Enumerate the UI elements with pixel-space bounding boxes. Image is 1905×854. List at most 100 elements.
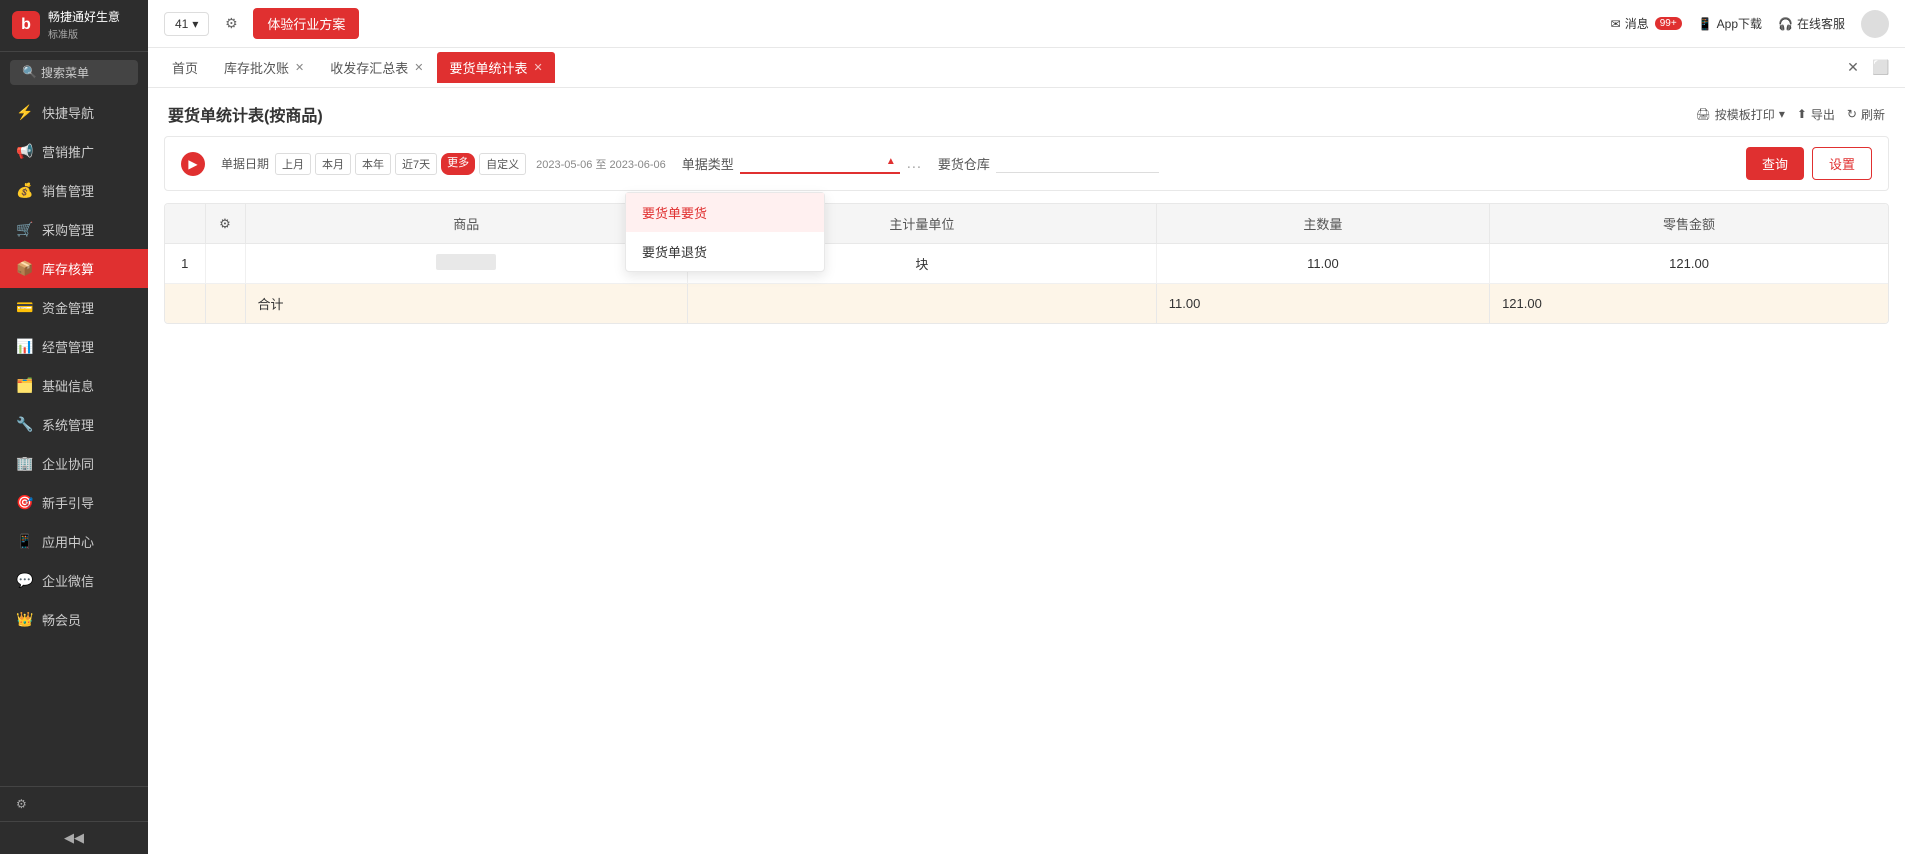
brand-sub: 标准版	[48, 26, 120, 41]
date-range-text: 2023-05-06 至 2023-06-06	[536, 156, 666, 172]
app-download-action[interactable]: 📱 App下载	[1698, 15, 1762, 32]
search-label: 搜索菜单	[41, 64, 89, 81]
this-year-btn[interactable]: 本年	[355, 153, 391, 175]
printer-icon: 🖨	[1696, 107, 1711, 121]
chevron-down-icon: ▾	[192, 17, 198, 31]
enterprise-icon: 🏢	[16, 454, 34, 472]
cell-index: 1	[165, 244, 205, 284]
sidebar-item-basic[interactable]: 🗂️ 基础信息	[0, 366, 148, 405]
type-more-btn[interactable]: …	[906, 155, 922, 173]
system-icon: 🔧	[16, 415, 34, 433]
collapse-icon: ◀◀	[64, 830, 84, 846]
footer-label: 合计	[245, 284, 688, 324]
filter-bar: ▶ 单据日期 上月 本月 本年 近7天 更多 自定义 2023-05-06 至 …	[164, 136, 1889, 191]
export-button[interactable]: ⬆ 导出	[1797, 106, 1835, 123]
sidebar-item-quick-nav[interactable]: ⚡ 快捷导航	[0, 93, 148, 132]
sidebar-item-inventory[interactable]: 📦 库存核算	[0, 249, 148, 288]
tab-order-summary-close[interactable]: ✕	[534, 61, 543, 74]
table-settings-icon[interactable]: ⚙	[219, 216, 231, 231]
sidebar-bottom[interactable]: ⚙	[0, 786, 148, 821]
header-gear-btn[interactable]: ⚙	[217, 10, 245, 38]
footer-quantity: 11.00	[1156, 284, 1489, 324]
sidebar-collapse-btn[interactable]: ◀◀	[0, 821, 148, 854]
sales-icon: 💰	[16, 181, 34, 199]
message-icon: ✉	[1611, 17, 1621, 31]
date-custom-btn[interactable]: 自定义	[479, 153, 526, 175]
filter-settings-button[interactable]: 设置	[1812, 147, 1872, 180]
tabs-bar: 首页 库存批次账 ✕ 收发存汇总表 ✕ 要货单统计表 ✕ ✕ ⬜	[148, 48, 1905, 88]
search-icon: 🔍	[22, 65, 37, 79]
footer-empty-2	[205, 284, 245, 324]
sidebar: b 畅捷通好生意 标准版 🔍 搜索菜单 ⚡ 快捷导航 📢 营销推广 💰 销售管理…	[0, 0, 148, 854]
tab-home[interactable]: 首页	[160, 52, 210, 83]
sidebar-item-marketing[interactable]: 📢 营销推广	[0, 132, 148, 171]
query-button[interactable]: 查询	[1746, 147, 1804, 180]
tab-receive-summary[interactable]: 收发存汇总表 ✕	[318, 52, 435, 83]
sidebar-item-enterprise[interactable]: 🏢 企业协同	[0, 444, 148, 483]
tab-order-summary[interactable]: 要货单统计表 ✕	[437, 52, 554, 83]
trial-industry-button[interactable]: 体验行业方案	[253, 8, 359, 39]
type-select[interactable]: ▲	[740, 154, 900, 174]
sidebar-item-sales[interactable]: 💰 销售管理	[0, 171, 148, 210]
online-service-label: 在线客服	[1797, 15, 1845, 32]
tab-maximize-btn[interactable]: ⬜	[1869, 56, 1893, 80]
sidebar-item-label: 采购管理	[42, 220, 94, 239]
headset-icon: 🎧	[1778, 17, 1793, 31]
sidebar-item-app-center[interactable]: 📱 应用中心	[0, 522, 148, 561]
date-filter-label: 单据日期	[221, 155, 269, 172]
warehouse-input[interactable]	[996, 154, 1159, 173]
dropdown-item-order-goods[interactable]: 要货单要货	[626, 193, 824, 232]
col-product-header: 商品	[245, 204, 688, 244]
refresh-button[interactable]: ↻ 刷新	[1847, 106, 1885, 123]
sidebar-item-label: 经营管理	[42, 337, 94, 356]
sidebar-item-wechat[interactable]: 💬 企业微信	[0, 561, 148, 600]
logo-icon: b	[12, 11, 40, 39]
sidebar-item-label: 畅会员	[42, 610, 81, 629]
vip-icon: 👑	[16, 610, 34, 628]
sidebar-item-operations[interactable]: 📊 经营管理	[0, 327, 148, 366]
tab-receive-summary-close[interactable]: ✕	[414, 61, 423, 74]
online-service-action[interactable]: 🎧 在线客服	[1778, 15, 1845, 32]
header-left: 41 ▾ ⚙ 体验行业方案	[164, 8, 359, 39]
dropdown-item-order-return[interactable]: 要货单退货	[626, 232, 824, 271]
messages-badge: 99+	[1655, 17, 1682, 30]
last-7-days-btn[interactable]: 近7天	[395, 153, 437, 175]
more-date-badge[interactable]: 更多	[441, 153, 475, 175]
this-month-btn[interactable]: 本月	[315, 153, 351, 175]
quick-nav-icon: ⚡	[16, 103, 34, 121]
cell-amount: 121.00	[1490, 244, 1888, 284]
page-title-bar: 要货单统计表(按商品) 🖨 按模板打印 ▾ ⬆ 导出 ↻ 刷新	[148, 88, 1905, 136]
user-avatar[interactable]	[1861, 10, 1889, 38]
sidebar-search[interactable]: 🔍 搜索菜单	[10, 60, 138, 85]
messages-action[interactable]: ✉ 消息 99+	[1611, 15, 1682, 32]
select-up-arrow-icon: ▲	[886, 156, 896, 167]
footer-empty-3	[688, 284, 1157, 324]
sidebar-item-finance[interactable]: 💳 资金管理	[0, 288, 148, 327]
sidebar-item-guide[interactable]: 🎯 新手引导	[0, 483, 148, 522]
col-settings-header[interactable]: ⚙	[205, 204, 245, 244]
wechat-icon: 💬	[16, 571, 34, 589]
sidebar-item-label: 应用中心	[42, 532, 94, 551]
cell-product	[245, 244, 688, 284]
tab-close-all-btn[interactable]: ✕	[1841, 56, 1865, 80]
page-title: 要货单统计表(按商品)	[168, 102, 323, 126]
tab-order-summary-label: 要货单统计表	[449, 58, 527, 77]
sidebar-item-vip[interactable]: 👑 畅会员	[0, 600, 148, 639]
tab-batch-account-close[interactable]: ✕	[295, 61, 304, 74]
col-quantity-header: 主数量	[1156, 204, 1489, 244]
print-button[interactable]: 🖨 按模板打印 ▾	[1696, 106, 1785, 123]
sidebar-item-label: 新手引导	[42, 493, 94, 512]
table-body: 1 块 11.00 121.00	[165, 244, 1888, 284]
sidebar-item-system[interactable]: 🔧 系统管理	[0, 405, 148, 444]
col-amount-header: 零售金额	[1490, 204, 1888, 244]
filter-expand-button[interactable]: ▶	[181, 152, 205, 176]
sidebar-item-purchase[interactable]: 🛒 采购管理	[0, 210, 148, 249]
brand-name: 畅捷通好生意	[48, 10, 120, 26]
tab-count-selector[interactable]: 41 ▾	[164, 12, 209, 36]
sidebar-item-label: 系统管理	[42, 415, 94, 434]
table-row: 1 块 11.00 121.00	[165, 244, 1888, 284]
top-header: 41 ▾ ⚙ 体验行业方案 ✉ 消息 99+ 📱 App下载 🎧 在线客服	[148, 0, 1905, 48]
filter-actions: 查询 设置	[1746, 147, 1872, 180]
prev-month-btn[interactable]: 上月	[275, 153, 311, 175]
tab-batch-account[interactable]: 库存批次账 ✕	[212, 52, 316, 83]
